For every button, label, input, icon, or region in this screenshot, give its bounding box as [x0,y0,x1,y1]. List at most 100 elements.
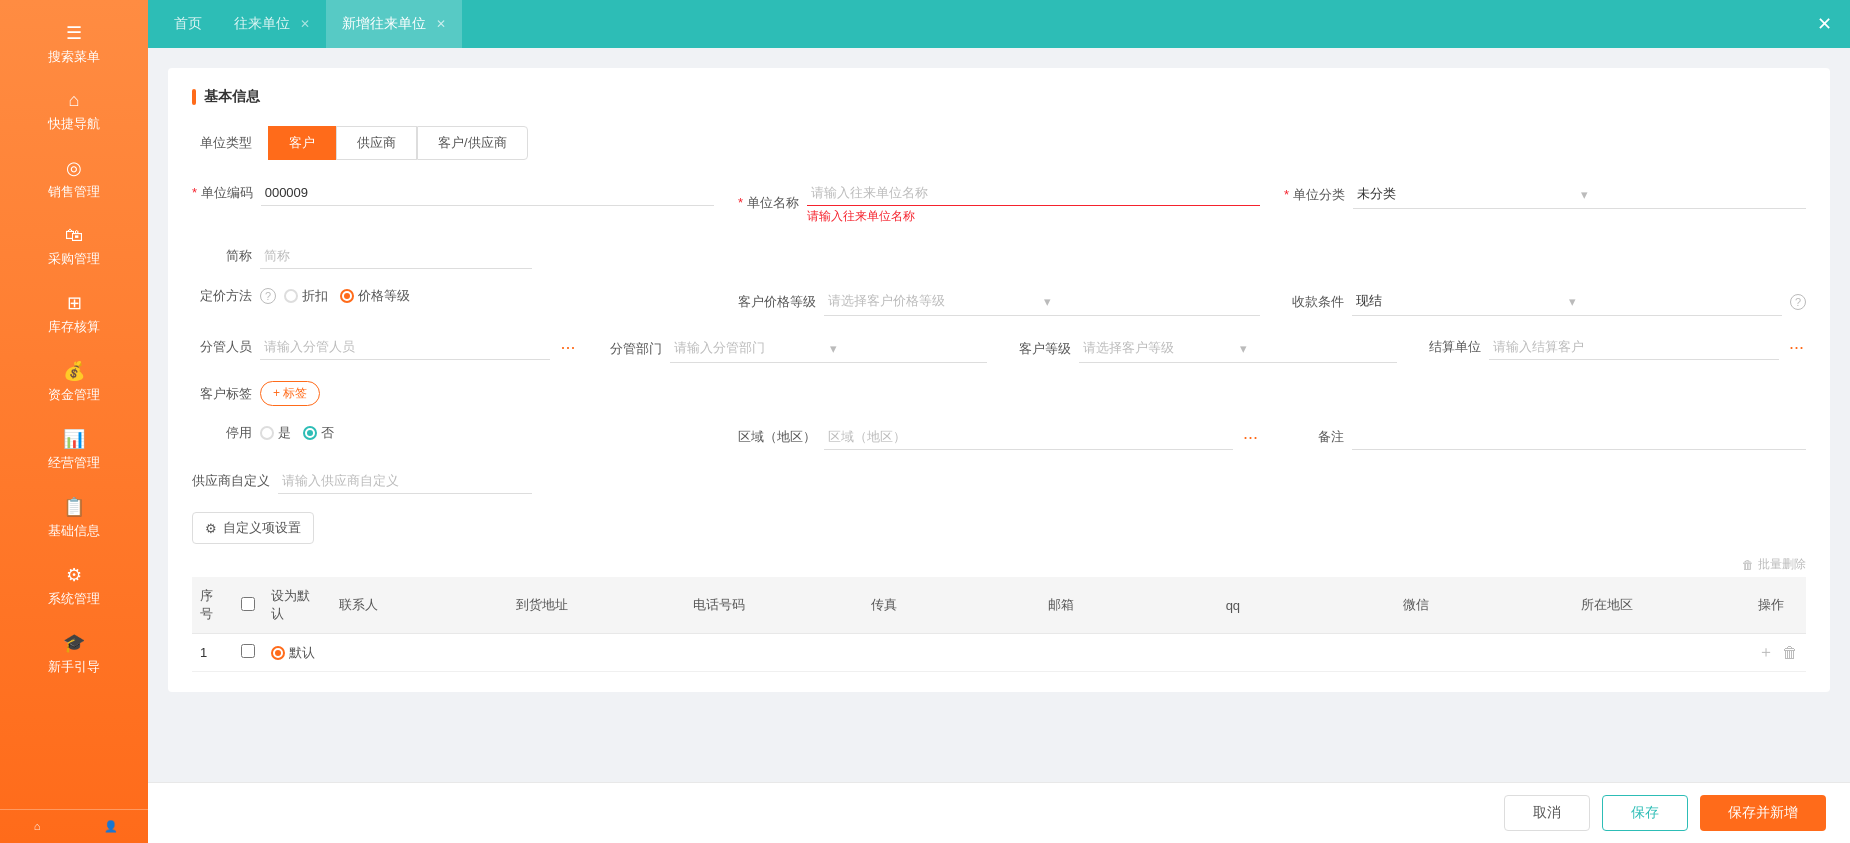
tab-partners[interactable]: 往来单位 ✕ [218,0,326,48]
remark-label: 备注 [1284,428,1344,446]
field-unit-code: 单位编码 [192,180,714,206]
field-customer-price-level: 客户价格等级 请选择客户价格等级 ▾ [738,287,1260,316]
remark-input[interactable] [1352,424,1806,450]
cancel-button[interactable]: 取消 [1504,795,1590,831]
row-email[interactable] [1040,634,1217,672]
sidebar-item-sales[interactable]: ◎ 销售管理 [0,145,148,213]
sidebar-item-label: 销售管理 [48,183,100,201]
pricing-discount-radio[interactable]: 折扣 [284,287,328,305]
row-phone-input[interactable] [693,645,854,660]
region-input[interactable] [824,424,1233,450]
col-select [233,577,263,634]
row-fax[interactable] [863,634,1040,672]
settlement-unit-label: 结算单位 [1421,338,1481,356]
sidebar-item-system[interactable]: ⚙ 系统管理 [0,552,148,620]
pricing-method-radios: 折扣 价格等级 [284,287,410,305]
unit-name-input[interactable] [807,180,1260,206]
row-qq[interactable] [1218,634,1395,672]
custom-settings-btn[interactable]: ⚙ 自定义项设置 [192,512,314,544]
tab-partners-label: 往来单位 [234,15,290,33]
pricing-level-radio[interactable]: 价格等级 [340,287,410,305]
sidebar-item-search[interactable]: ☰ 搜索菜单 [0,10,148,78]
row-region-input[interactable] [1581,645,1742,660]
payment-terms-help[interactable]: ? [1790,294,1806,310]
row-address-input[interactable] [516,645,677,660]
tab-partners-close[interactable]: ✕ [300,17,310,31]
unit-type-customer-btn[interactable]: 客户 [268,126,336,160]
row-fax-input[interactable] [871,645,1032,660]
field-pricing-method: 定价方法 ? 折扣 价格等级 [192,287,714,305]
row-email-input[interactable] [1048,645,1209,660]
manager-more-btn[interactable]: ··· [558,337,577,358]
row-add-btn[interactable]: ＋ [1758,642,1774,663]
table-row: 1 默认 [192,634,1806,672]
finance-icon: 💰 [63,360,85,382]
field-payment-terms: 收款条件 现结 ▾ ? [1284,287,1806,316]
sidebar-item-label: 新手引导 [48,658,100,676]
save-button[interactable]: 保存 [1602,795,1688,831]
sidebar-item-finance[interactable]: 💰 资金管理 [0,348,148,416]
settlement-unit-more-btn[interactable]: ··· [1787,337,1806,358]
col-default: 设为默认 [263,577,330,634]
supplier-custom-input[interactable] [278,468,532,494]
sidebar-item-inventory[interactable]: ⊞ 库存核算 [0,280,148,348]
nav-icon: ⌂ [69,90,80,111]
payment-terms-select[interactable]: 现结 ▾ [1352,287,1782,316]
row-address[interactable] [508,634,685,672]
region-more-btn[interactable]: ··· [1241,427,1260,448]
row-wechat[interactable] [1395,634,1572,672]
row-default-radio[interactable]: 默认 [271,644,322,662]
disabled-no-radio[interactable]: 否 [303,424,334,442]
tab-new-partner[interactable]: 新增往来单位 ✕ [326,0,462,48]
row-phone[interactable] [685,634,862,672]
pricing-method-help[interactable]: ? [260,288,276,304]
customer-level-select[interactable]: 请选择客户等级 ▾ [1079,334,1397,363]
customer-price-level-select[interactable]: 请选择客户价格等级 ▾ [824,287,1260,316]
main-area: 首页 往来单位 ✕ 新增往来单位 ✕ ✕ 基本信息 单位类型 客户 供应商 客户… [148,0,1850,843]
section-title-label: 基本信息 [204,88,260,106]
form-row-supplier-custom: 供应商自定义 [192,468,1806,494]
guide-icon: 🎓 [63,632,85,654]
row-qq-input[interactable] [1226,645,1387,660]
sidebar-item-purchase[interactable]: 🛍 采购管理 [0,213,148,280]
tab-home-label: 首页 [174,15,202,33]
unit-code-input[interactable] [261,180,714,206]
sidebar-user-btn[interactable]: 👤 [74,810,148,843]
unit-type-both-btn[interactable]: 客户/供应商 [417,126,528,160]
batch-delete-row: 🗑 批量删除 [192,556,1806,573]
manager-input[interactable] [260,334,550,360]
settlement-unit-input[interactable] [1489,334,1779,360]
save-new-button[interactable]: 保存并新增 [1700,795,1826,831]
short-name-input[interactable] [260,243,532,269]
sidebar-item-operations[interactable]: 📊 经营管理 [0,416,148,484]
field-customer-tag: 客户标签 + 标签 [192,381,1806,406]
col-fax: 传真 [863,577,1040,634]
disabled-yes-radio[interactable]: 是 [260,424,291,442]
row-checkbox[interactable] [241,644,255,658]
unit-type-supplier-btn[interactable]: 供应商 [336,126,417,160]
sidebar-item-guide[interactable]: 🎓 新手引导 [0,620,148,688]
sidebar-item-basics[interactable]: 📋 基础信息 [0,484,148,552]
tab-home[interactable]: 首页 [158,0,218,48]
user-icon: 👤 [104,820,118,833]
row-wechat-input[interactable] [1403,645,1564,660]
col-region: 所在地区 [1573,577,1750,634]
field-region: 区域（地区） ··· [738,424,1260,450]
batch-delete-label[interactable]: 批量删除 [1758,556,1806,573]
add-tag-btn[interactable]: + 标签 [260,381,320,406]
department-select[interactable]: 请输入分管部门 ▾ [670,334,988,363]
sidebar-home-btn[interactable]: ⌂ [0,810,74,843]
unit-category-select[interactable]: 未分类 ▾ [1353,180,1806,209]
row-region[interactable] [1573,634,1750,672]
payment-terms-value: 现结 [1356,292,1565,310]
window-close-btn[interactable]: ✕ [1809,13,1840,35]
inventory-icon: ⊞ [67,292,82,314]
row-contact-input[interactable] [339,645,500,660]
tab-new-partner-close[interactable]: ✕ [436,17,446,31]
select-all-checkbox[interactable] [241,597,255,611]
row-delete-btn[interactable]: 🗑 [1782,644,1798,662]
field-settlement-unit: 结算单位 ··· [1421,334,1807,360]
sidebar-item-nav[interactable]: ⌂ 快捷导航 [0,78,148,145]
row-contact[interactable] [331,634,508,672]
customer-level-arrow: ▾ [1240,341,1393,356]
